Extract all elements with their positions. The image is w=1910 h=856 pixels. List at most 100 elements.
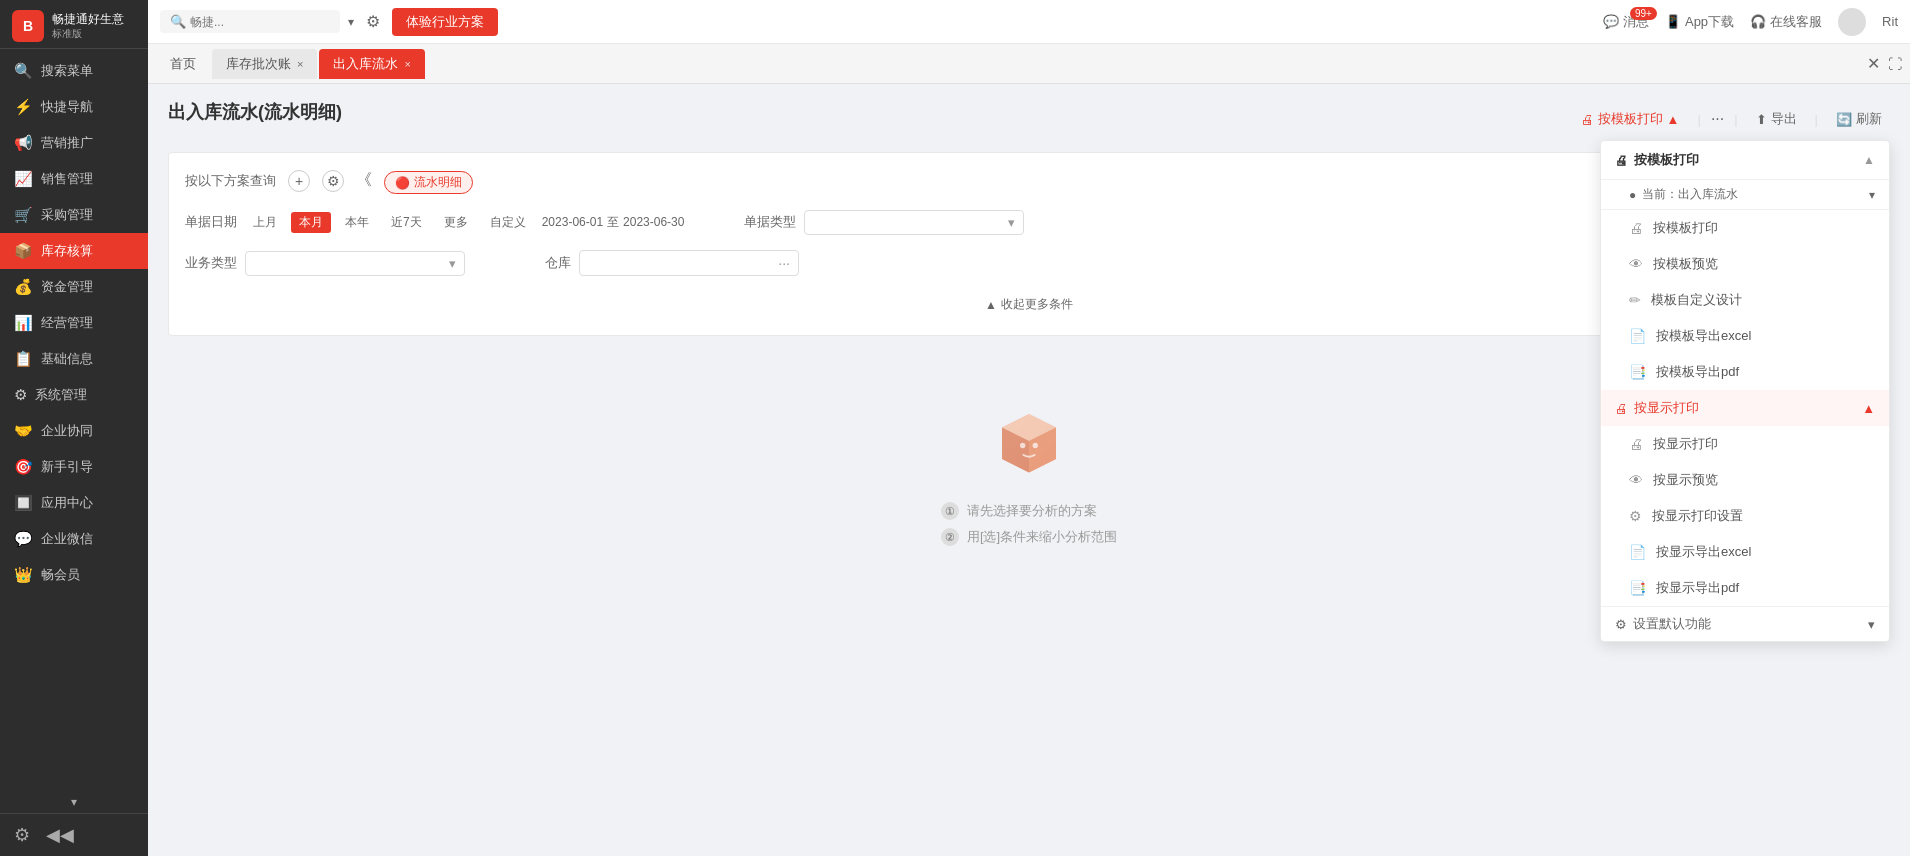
sidebar-item-collab[interactable]: 🤝 企业协同 [0, 413, 148, 449]
step-2-label: 用[选]条件来缩小分析范围 [967, 528, 1117, 546]
topbar-search-box[interactable]: 🔍 [160, 10, 340, 33]
sidebar-item-inventory[interactable]: 📦 库存核算 [0, 233, 148, 269]
settings-icon[interactable]: ⚙ [14, 824, 30, 846]
sidebar-item-label: 快捷导航 [41, 98, 93, 116]
tab-batch-account[interactable]: 库存批次账 × [212, 49, 317, 79]
tab-home[interactable]: 首页 [156, 49, 210, 79]
empty-step-1: ① 请先选择要分析的方案 [941, 502, 1117, 520]
sidebar-item-search[interactable]: 🔍 搜索菜单 [0, 53, 148, 89]
tab-inout-flow[interactable]: 出入库流水 × [319, 49, 424, 79]
date-btn-this-year[interactable]: 本年 [337, 212, 377, 233]
dropdown-item-template-print[interactable]: 🖨 按模板打印 [1601, 210, 1889, 246]
dropdown-item-display-preview[interactable]: 👁 按显示预览 [1601, 462, 1889, 498]
refresh-btn[interactable]: 🔄 刷新 [1828, 106, 1890, 132]
dropdown-chevron-up[interactable]: ▲ [1863, 153, 1875, 167]
user-avatar[interactable] [1838, 8, 1866, 36]
collapse-icon[interactable]: ◀◀ [46, 824, 74, 846]
trial-btn[interactable]: 体验行业方案 [392, 8, 498, 36]
tab-batch-account-close[interactable]: × [297, 58, 303, 70]
username[interactable]: Rit [1882, 14, 1898, 29]
tab-inout-flow-close[interactable]: × [404, 58, 410, 70]
dropdown-header: 🖨 按模板打印 ▲ [1601, 141, 1889, 180]
window-expand-btn[interactable]: ⛶ [1888, 56, 1902, 72]
template-print-icon: 🖨 [1629, 220, 1643, 236]
topbar-search-input[interactable] [190, 15, 310, 29]
display-section-header[interactable]: 🖨 按显示打印 ▲ [1601, 390, 1889, 426]
dropdown-item-template-preview[interactable]: 👁 按模板预览 [1601, 246, 1889, 282]
headset-icon: 🎧 [1750, 14, 1766, 29]
warehouse-dots[interactable]: ··· [778, 255, 790, 271]
topbar-msg-btn[interactable]: 💬 消息 99+ [1603, 13, 1649, 31]
empty-step-2: ② 用[选]条件来缩小分析范围 [941, 528, 1117, 546]
print-icon: 🖨 [1581, 112, 1594, 127]
guide-icon: 🎯 [14, 458, 33, 476]
tag-label: 流水明细 [414, 174, 462, 191]
warehouse-input[interactable]: ··· [579, 250, 799, 276]
date-btn-custom[interactable]: 自定义 [482, 212, 534, 233]
date-range: 2023-06-01 至 2023-06-30 [542, 214, 685, 231]
topbar-search-dropdown[interactable]: ▾ [348, 15, 354, 29]
date-btn-this-month[interactable]: 本月 [291, 212, 331, 233]
action-more-btn[interactable]: ··· [1711, 110, 1724, 128]
date-btn-more[interactable]: 更多 [436, 212, 476, 233]
sidebar-item-basic[interactable]: 📋 基础信息 [0, 341, 148, 377]
filter-warehouse-field: 仓库 ··· [545, 250, 799, 276]
sidebar-bottom: ⚙ ◀◀ [0, 813, 148, 856]
sidebar-item-apps[interactable]: 🔲 应用中心 [0, 485, 148, 521]
step-num-1: ① [941, 502, 959, 520]
main-area: 🔍 ▾ ⚙ 体验行业方案 💬 消息 99+ 📱 App下载 🎧 在线客服 [148, 0, 1910, 856]
topbar-app-download[interactable]: 📱 App下载 [1665, 13, 1734, 31]
sidebar-item-vip[interactable]: 👑 畅会员 [0, 557, 148, 593]
sidebar-item-label: 营销推广 [41, 134, 93, 152]
template-excel-icon: 📄 [1629, 328, 1646, 344]
sidebar-scroll-down[interactable]: ▾ [0, 791, 148, 813]
filter-collapse-left-btn[interactable]: 《 [356, 170, 372, 191]
sidebar-logo: B 畅捷通好生意 标准版 [0, 0, 148, 49]
filter-settings-icon[interactable]: ⚙ [322, 170, 344, 192]
dropdown-current[interactable]: ● 当前：出入库流水 ▾ [1601, 180, 1889, 210]
biztype-select[interactable]: ▾ [245, 251, 465, 276]
sidebar-item-purchase[interactable]: 🛒 采购管理 [0, 197, 148, 233]
filter-add-btn[interactable]: + [288, 170, 310, 192]
dropdown-item-template-excel[interactable]: 📄 按模板导出excel [1601, 318, 1889, 354]
sidebar-item-marketing[interactable]: 📢 营销推广 [0, 125, 148, 161]
dropdown-item-display-settings[interactable]: ⚙ 按显示打印设置 [1601, 498, 1889, 534]
sidebar-item-wechat[interactable]: 💬 企业微信 [0, 521, 148, 557]
purchase-icon: 🛒 [14, 206, 33, 224]
step-1-label: 请先选择要分析的方案 [967, 502, 1097, 520]
topbar-settings-icon[interactable]: ⚙ [366, 12, 380, 31]
tag-item-flow-detail[interactable]: 🔴 流水明细 [384, 171, 473, 194]
sidebar-item-operations[interactable]: 📊 经营管理 [0, 305, 148, 341]
sidebar-item-quick-nav[interactable]: ⚡ 快捷导航 [0, 89, 148, 125]
sidebar-item-label: 基础信息 [41, 350, 93, 368]
dropdown-item-display-excel[interactable]: 📄 按显示导出excel [1601, 534, 1889, 570]
sidebar-item-label: 企业协同 [41, 422, 93, 440]
content-area: 出入库流水(流水明细) 🖨 按模板打印 ▲ | ··· | ⬆ 导出 | [148, 84, 1910, 856]
export-btn[interactable]: ⬆ 导出 [1748, 106, 1805, 132]
print-template-btn[interactable]: 🖨 按模板打印 ▲ [1573, 106, 1688, 132]
window-close-btn[interactable]: ✕ [1867, 54, 1880, 73]
doctype-select[interactable]: ▾ [804, 210, 1024, 235]
date-start: 2023-06-01 [542, 215, 603, 229]
sidebar-item-sales[interactable]: 📈 销售管理 [0, 161, 148, 197]
date-btn-last-month[interactable]: 上月 [245, 212, 285, 233]
collapse-more-label: 收起更多条件 [1001, 296, 1073, 313]
sidebar-item-finance[interactable]: 💰 资金管理 [0, 269, 148, 305]
topbar-online-service[interactable]: 🎧 在线客服 [1750, 13, 1822, 31]
inventory-icon: 📦 [14, 242, 33, 260]
collapse-more-btn[interactable]: ▲ 收起更多条件 [985, 296, 1073, 313]
marketing-icon: 📢 [14, 134, 33, 152]
apps-icon: 🔲 [14, 494, 33, 512]
doctype-label: 单据类型 [744, 213, 796, 231]
date-options: 上月 本月 本年 近7天 更多 自定义 [245, 212, 534, 233]
dropdown-item-template-custom[interactable]: ✏ 模板自定义设计 [1601, 282, 1889, 318]
date-btn-7days[interactable]: 近7天 [383, 212, 430, 233]
sidebar-item-system[interactable]: ⚙ 系统管理 [0, 377, 148, 413]
dropdown-item-display-print[interactable]: 🖨 按显示打印 [1601, 426, 1889, 462]
dropdown-item-template-pdf[interactable]: 📑 按模板导出pdf [1601, 354, 1889, 390]
print-template-label: 按模板打印 [1598, 110, 1663, 128]
dropdown-item-display-pdf[interactable]: 📑 按显示导出pdf [1601, 570, 1889, 606]
sidebar-item-guide[interactable]: 🎯 新手引导 [0, 449, 148, 485]
sidebar-item-label: 销售管理 [41, 170, 93, 188]
dropdown-footer-default[interactable]: ⚙ 设置默认功能 ▾ [1601, 606, 1889, 641]
